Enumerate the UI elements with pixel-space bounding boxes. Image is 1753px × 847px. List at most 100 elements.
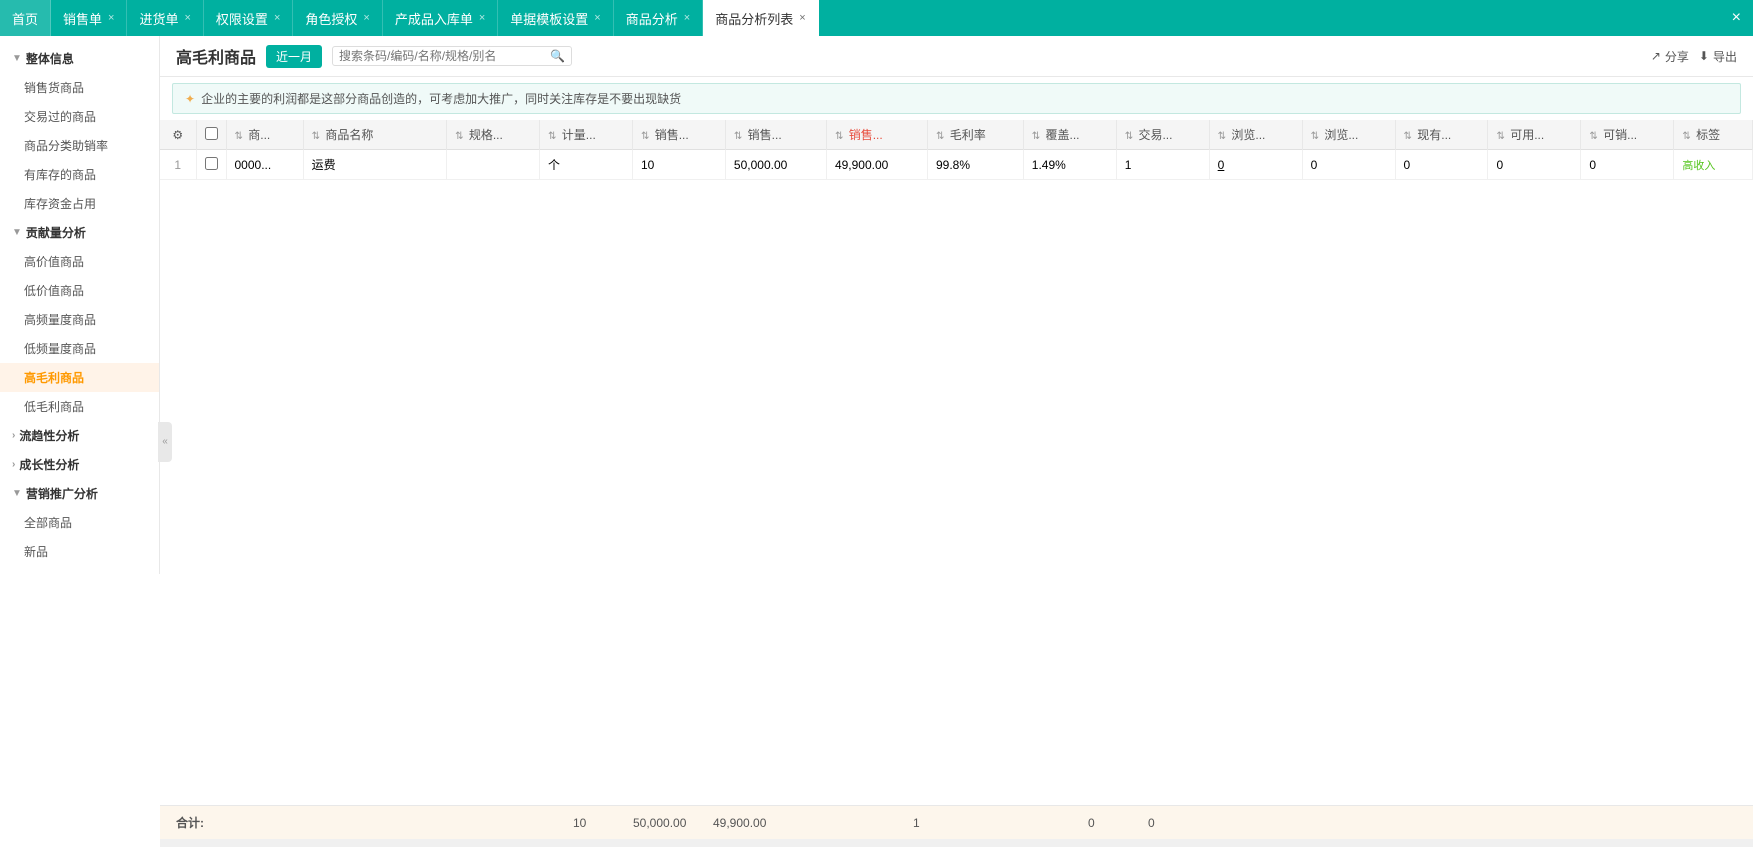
col-coverage[interactable]: ⇅ 覆盖... xyxy=(1023,120,1116,150)
col-current-stock[interactable]: ⇅ 现有... xyxy=(1395,120,1488,150)
content-header: 高毛利商品 近一月 🔍 ↗ 分享 ⬇ 导出 xyxy=(160,36,1753,77)
sidebar-group-trend[interactable]: › 流趋性分析 xyxy=(0,421,159,450)
sidebar-item-all-goods[interactable]: 全部商品 xyxy=(0,508,159,537)
nav-sales[interactable]: 销售单 × xyxy=(51,0,127,36)
filter-button[interactable]: 近一月 xyxy=(266,45,322,68)
sidebar-item-high-freq[interactable]: 高频量度商品 xyxy=(0,305,159,334)
close-products-tab[interactable]: × xyxy=(479,12,485,24)
cell-available: 0 xyxy=(1488,150,1581,180)
sidebar-item-sales-goods[interactable]: 销售货商品 xyxy=(0,73,159,102)
window-close-button[interactable]: × xyxy=(1720,9,1753,27)
sidebar-group-growth[interactable]: › 成长性分析 xyxy=(0,450,159,479)
nav-templates[interactable]: 单据模板设置 × xyxy=(498,0,613,36)
sidebar-collapse-button[interactable]: « xyxy=(158,422,172,462)
cell-checkbox[interactable] xyxy=(196,150,226,180)
sidebar-group-treasure[interactable]: ▼ 贡献量分析 xyxy=(0,218,159,247)
arrow-overall: ▼ xyxy=(12,53,22,64)
sidebar-item-new-goods[interactable]: 新品 xyxy=(0,537,159,566)
close-analysis-list-tab[interactable]: × xyxy=(799,12,805,24)
col-handle-code: ⇅ xyxy=(235,131,243,142)
search-box: 🔍 xyxy=(332,46,572,66)
col-sales-amount[interactable]: ⇅ 销售... xyxy=(725,120,826,150)
top-nav: 首页 销售单 × 进货单 × 权限设置 × 角色授权 × 产成品入库单 × 单据… xyxy=(0,0,1753,36)
bottom-scrollbar[interactable] xyxy=(160,839,1753,847)
col-browse1[interactable]: ⇅ 浏览... xyxy=(1209,120,1302,150)
row-checkbox[interactable] xyxy=(205,157,218,170)
cell-sales-cost: 49,900.00 xyxy=(826,150,927,180)
share-button[interactable]: ↗ 分享 xyxy=(1651,48,1689,65)
footer-total: 合计: 10 50,000.00 49,900.00 xyxy=(160,805,1753,839)
col-tag[interactable]: ⇅ 标签 xyxy=(1674,120,1753,150)
close-purchase-tab[interactable]: × xyxy=(184,12,190,24)
cell-sales-amount: 50,000.00 xyxy=(725,150,826,180)
col-unit[interactable]: ⇅ 计量... xyxy=(540,120,633,150)
col-saleable[interactable]: ⇅ 可销... xyxy=(1581,120,1674,150)
cell-name: 运费 xyxy=(303,150,447,180)
nav-home[interactable]: 首页 xyxy=(0,0,51,36)
sidebar-item-high-value[interactable]: 高价值商品 xyxy=(0,247,159,276)
footer-label: 合计: xyxy=(176,814,204,831)
col-browse2[interactable]: ⇅ 浏览... xyxy=(1302,120,1395,150)
close-templates-tab[interactable]: × xyxy=(594,12,600,24)
nav-analysis-list[interactable]: 商品分析列表 × xyxy=(703,0,818,36)
cell-spec xyxy=(447,150,540,180)
col-name[interactable]: ⇅ 商品名称 xyxy=(303,120,447,150)
cell-browse2: 0 xyxy=(1302,150,1395,180)
export-icon: ⬇ xyxy=(1699,49,1709,63)
sidebar-item-low-margin[interactable]: 低毛利商品 xyxy=(0,392,159,421)
table-row: 1 0000... 运费 xyxy=(160,150,1753,180)
close-roles-tab[interactable]: × xyxy=(363,12,369,24)
cell-current-stock: 0 xyxy=(1395,150,1488,180)
col-sales-qty[interactable]: ⇅ 销售... xyxy=(632,120,725,150)
main-layout: ▼ 整体信息 销售货商品 交易过的商品 商品分类助销率 有库存的商品 库存资金占… xyxy=(0,36,1753,847)
export-button[interactable]: ⬇ 导出 xyxy=(1699,48,1737,65)
col-available[interactable]: ⇅ 可用... xyxy=(1488,120,1581,150)
sidebar-item-high-margin[interactable]: 高毛利商品 xyxy=(0,363,159,392)
col-margin-rate[interactable]: ⇅ 毛利率 xyxy=(927,120,1023,150)
footer-cell-current-stock: 0 xyxy=(1080,816,1140,830)
footer-cell-browse1 xyxy=(960,816,1020,830)
col-trade[interactable]: ⇅ 交易... xyxy=(1116,120,1209,150)
col-settings[interactable]: ⚙ xyxy=(160,120,196,150)
sidebar-item-inventory-ratio[interactable]: 库存资金占用 xyxy=(0,189,159,218)
col-handle-current-stock: ⇅ xyxy=(1404,131,1412,142)
table-wrapper: ⚙ ⇅ 商... ⇅ 商品名称 xyxy=(160,120,1753,805)
nav-products[interactable]: 产成品入库单 × xyxy=(383,0,498,36)
table-header-row: ⚙ ⇅ 商... ⇅ 商品名称 xyxy=(160,120,1753,150)
select-all-checkbox[interactable] xyxy=(205,127,218,140)
footer-cell-spec xyxy=(450,816,510,830)
col-handle-browse1: ⇅ xyxy=(1218,131,1226,142)
cell-browse1[interactable]: 0 xyxy=(1209,150,1302,180)
close-permissions-tab[interactable]: × xyxy=(274,12,280,24)
sidebar-item-category-help[interactable]: 商品分类助销率 xyxy=(0,131,159,160)
nav-permissions[interactable]: 权限设置 × xyxy=(204,0,293,36)
col-code[interactable]: ⇅ 商... xyxy=(226,120,303,150)
cell-tag: 高收入 xyxy=(1674,150,1753,180)
sidebar-item-stocked-goods[interactable]: 有库存的商品 xyxy=(0,160,159,189)
sidebar-item-traded-goods[interactable]: 交易过的商品 xyxy=(0,102,159,131)
sidebar-group-marketing[interactable]: ▼ 营销推广分析 xyxy=(0,479,159,508)
col-handle-available: ⇅ xyxy=(1496,131,1504,142)
col-sales-cost[interactable]: ⇅ 销售... xyxy=(826,120,927,150)
close-sales-tab[interactable]: × xyxy=(108,12,114,24)
col-spec[interactable]: ⇅ 规格... xyxy=(447,120,540,150)
arrow-treasure: ▼ xyxy=(12,227,22,238)
settings-icon[interactable]: ⚙ xyxy=(172,128,183,142)
arrow-growth: › xyxy=(12,459,15,470)
close-analysis-tab[interactable]: × xyxy=(684,12,690,24)
footer-cell-sales-qty: 10 xyxy=(565,816,625,830)
page-title: 高毛利商品 xyxy=(176,44,256,68)
nav-roles[interactable]: 角色授权 × xyxy=(293,0,382,36)
sidebar-item-low-freq[interactable]: 低频量度商品 xyxy=(0,334,159,363)
nav-analysis[interactable]: 商品分析 × xyxy=(614,0,703,36)
footer-cell-coverage xyxy=(845,816,905,830)
col-handle-name: ⇅ xyxy=(312,131,320,142)
nav-purchase[interactable]: 进货单 × xyxy=(127,0,203,36)
col-handle-sales-cost: ⇅ xyxy=(835,131,843,142)
cell-num: 1 xyxy=(160,150,196,180)
sidebar-item-low-value[interactable]: 低价值商品 xyxy=(0,276,159,305)
footer-cell-browse2 xyxy=(1020,816,1080,830)
search-icon[interactable]: 🔍 xyxy=(550,49,565,63)
sidebar-group-overall[interactable]: ▼ 整体信息 xyxy=(0,44,159,73)
search-input[interactable] xyxy=(339,49,550,63)
